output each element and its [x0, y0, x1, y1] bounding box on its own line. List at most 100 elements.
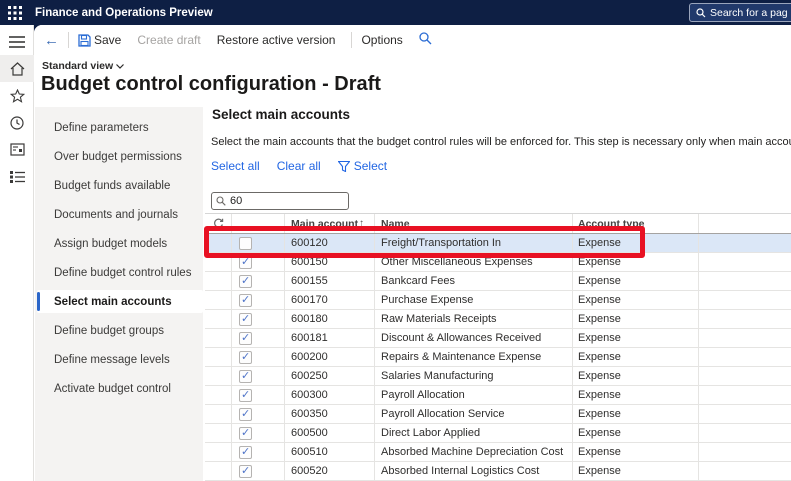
row-selector-cell[interactable]: [205, 405, 232, 423]
account-type-cell[interactable]: Expense: [573, 405, 699, 423]
row-selector-cell[interactable]: [205, 348, 232, 366]
quick-filter-input[interactable]: 60: [211, 192, 349, 210]
nav-item-select-main-accounts[interactable]: Select main accounts: [37, 290, 203, 313]
save-button[interactable]: Save: [78, 33, 121, 47]
main-account-cell[interactable]: 600500: [285, 424, 375, 442]
checkbox-checked[interactable]: [239, 351, 252, 364]
row-selector-cell[interactable]: [205, 424, 232, 442]
main-account-cell[interactable]: 600150: [285, 253, 375, 271]
table-row[interactable]: 600170Purchase ExpenseExpense: [205, 291, 791, 310]
main-account-cell[interactable]: 600300: [285, 386, 375, 404]
name-cell[interactable]: Purchase Expense: [375, 291, 573, 309]
main-account-cell[interactable]: 600520: [285, 462, 375, 480]
menu-icon[interactable]: [0, 28, 34, 55]
row-selector-cell[interactable]: [205, 253, 232, 271]
select-all-link[interactable]: Select all: [211, 159, 260, 173]
options-button[interactable]: Options: [361, 33, 402, 47]
global-search-box[interactable]: Search for a pag: [689, 3, 791, 22]
table-row[interactable]: 600155Bankcard FeesExpense: [205, 272, 791, 291]
grid-header-name[interactable]: Name: [375, 214, 573, 233]
row-selector-cell[interactable]: [205, 386, 232, 404]
checkbox-checked[interactable]: [239, 275, 252, 288]
main-account-cell[interactable]: 600120: [285, 234, 375, 252]
checkbox-checked[interactable]: [239, 389, 252, 402]
table-row[interactable]: 600120Freight/Transportation InExpense: [205, 234, 791, 253]
name-cell[interactable]: Repairs & Maintenance Expense: [375, 348, 573, 366]
row-selector-cell[interactable]: [205, 310, 232, 328]
checkbox-checked[interactable]: [239, 446, 252, 459]
account-type-cell[interactable]: Expense: [573, 462, 699, 480]
account-type-cell[interactable]: Expense: [573, 253, 699, 271]
table-row[interactable]: 600500Direct Labor AppliedExpense: [205, 424, 791, 443]
nav-item-define-budget-control-rules[interactable]: Define budget control rules: [35, 258, 203, 287]
checkbox-unchecked[interactable]: [239, 237, 252, 250]
nav-item-activate-budget-control[interactable]: Activate budget control: [35, 374, 203, 403]
account-type-cell[interactable]: Expense: [573, 329, 699, 347]
restore-active-version-button[interactable]: Restore active version: [217, 33, 336, 47]
grid-refresh-icon[interactable]: [205, 214, 232, 233]
nav-item-define-budget-groups[interactable]: Define budget groups: [35, 316, 203, 345]
name-cell[interactable]: Payroll Allocation: [375, 386, 573, 404]
name-cell[interactable]: Absorbed Machine Depreciation Cost: [375, 443, 573, 461]
modules-icon[interactable]: [0, 163, 34, 190]
name-cell[interactable]: Raw Materials Receipts: [375, 310, 573, 328]
toolbar-search-icon[interactable]: [419, 32, 432, 48]
table-row[interactable]: 600200Repairs & Maintenance ExpenseExpen…: [205, 348, 791, 367]
select-filter-link[interactable]: Select: [338, 159, 387, 173]
nav-item-define-message-levels[interactable]: Define message levels: [35, 345, 203, 374]
name-cell[interactable]: Discount & Allowances Received: [375, 329, 573, 347]
checkbox-checked[interactable]: [239, 294, 252, 307]
main-account-cell[interactable]: 600180: [285, 310, 375, 328]
account-type-cell[interactable]: Expense: [573, 424, 699, 442]
recent-clock-icon[interactable]: [0, 109, 34, 136]
app-launcher-icon[interactable]: [8, 6, 22, 20]
workspaces-icon[interactable]: [0, 136, 34, 163]
name-cell[interactable]: Freight/Transportation In: [375, 234, 573, 252]
nav-item-budget-funds-available[interactable]: Budget funds available: [35, 171, 203, 200]
nav-item-over-budget-permissions[interactable]: Over budget permissions: [35, 142, 203, 171]
name-cell[interactable]: Bankcard Fees: [375, 272, 573, 290]
account-type-cell[interactable]: Expense: [573, 310, 699, 328]
table-row[interactable]: 600510Absorbed Machine Depreciation Cost…: [205, 443, 791, 462]
row-selector-cell[interactable]: [205, 234, 232, 252]
row-selector-cell[interactable]: [205, 367, 232, 385]
table-row[interactable]: 600180Raw Materials ReceiptsExpense: [205, 310, 791, 329]
checkbox-checked[interactable]: [239, 427, 252, 440]
main-account-cell[interactable]: 600170: [285, 291, 375, 309]
nav-item-define-parameters[interactable]: Define parameters: [35, 113, 203, 142]
row-selector-cell[interactable]: [205, 291, 232, 309]
back-icon[interactable]: ←: [44, 33, 59, 48]
table-row[interactable]: 600250Salaries ManufacturingExpense: [205, 367, 791, 386]
checkbox-checked[interactable]: [239, 408, 252, 421]
home-icon[interactable]: [0, 55, 34, 82]
name-cell[interactable]: Other Miscellaneous Expenses: [375, 253, 573, 271]
account-type-cell[interactable]: Expense: [573, 291, 699, 309]
row-selector-cell[interactable]: [205, 443, 232, 461]
nav-item-documents-and-journals[interactable]: Documents and journals: [35, 200, 203, 229]
favorites-star-icon[interactable]: [0, 82, 34, 109]
main-account-cell[interactable]: 600200: [285, 348, 375, 366]
account-type-cell[interactable]: Expense: [573, 367, 699, 385]
table-row[interactable]: 600520Absorbed Internal Logistics CostEx…: [205, 462, 791, 481]
account-type-cell[interactable]: Expense: [573, 272, 699, 290]
name-cell[interactable]: Direct Labor Applied: [375, 424, 573, 442]
account-type-cell[interactable]: Expense: [573, 443, 699, 461]
account-type-cell[interactable]: Expense: [573, 348, 699, 366]
table-row[interactable]: 600150Other Miscellaneous ExpensesExpens…: [205, 253, 791, 272]
row-selector-cell[interactable]: [205, 272, 232, 290]
clear-all-link[interactable]: Clear all: [277, 159, 321, 173]
main-account-cell[interactable]: 600250: [285, 367, 375, 385]
checkbox-checked[interactable]: [239, 465, 252, 478]
table-row[interactable]: 600350Payroll Allocation ServiceExpense: [205, 405, 791, 424]
main-account-cell[interactable]: 600155: [285, 272, 375, 290]
checkbox-checked[interactable]: [239, 256, 252, 269]
main-account-cell[interactable]: 600350: [285, 405, 375, 423]
grid-header-main-account[interactable]: Main account ↑: [285, 214, 375, 233]
checkbox-checked[interactable]: [239, 370, 252, 383]
name-cell[interactable]: Payroll Allocation Service: [375, 405, 573, 423]
account-type-cell[interactable]: Expense: [573, 234, 699, 252]
grid-header-account-type[interactable]: Account type: [573, 214, 699, 233]
name-cell[interactable]: Salaries Manufacturing: [375, 367, 573, 385]
table-row[interactable]: 600181Discount & Allowances ReceivedExpe…: [205, 329, 791, 348]
row-selector-cell[interactable]: [205, 329, 232, 347]
